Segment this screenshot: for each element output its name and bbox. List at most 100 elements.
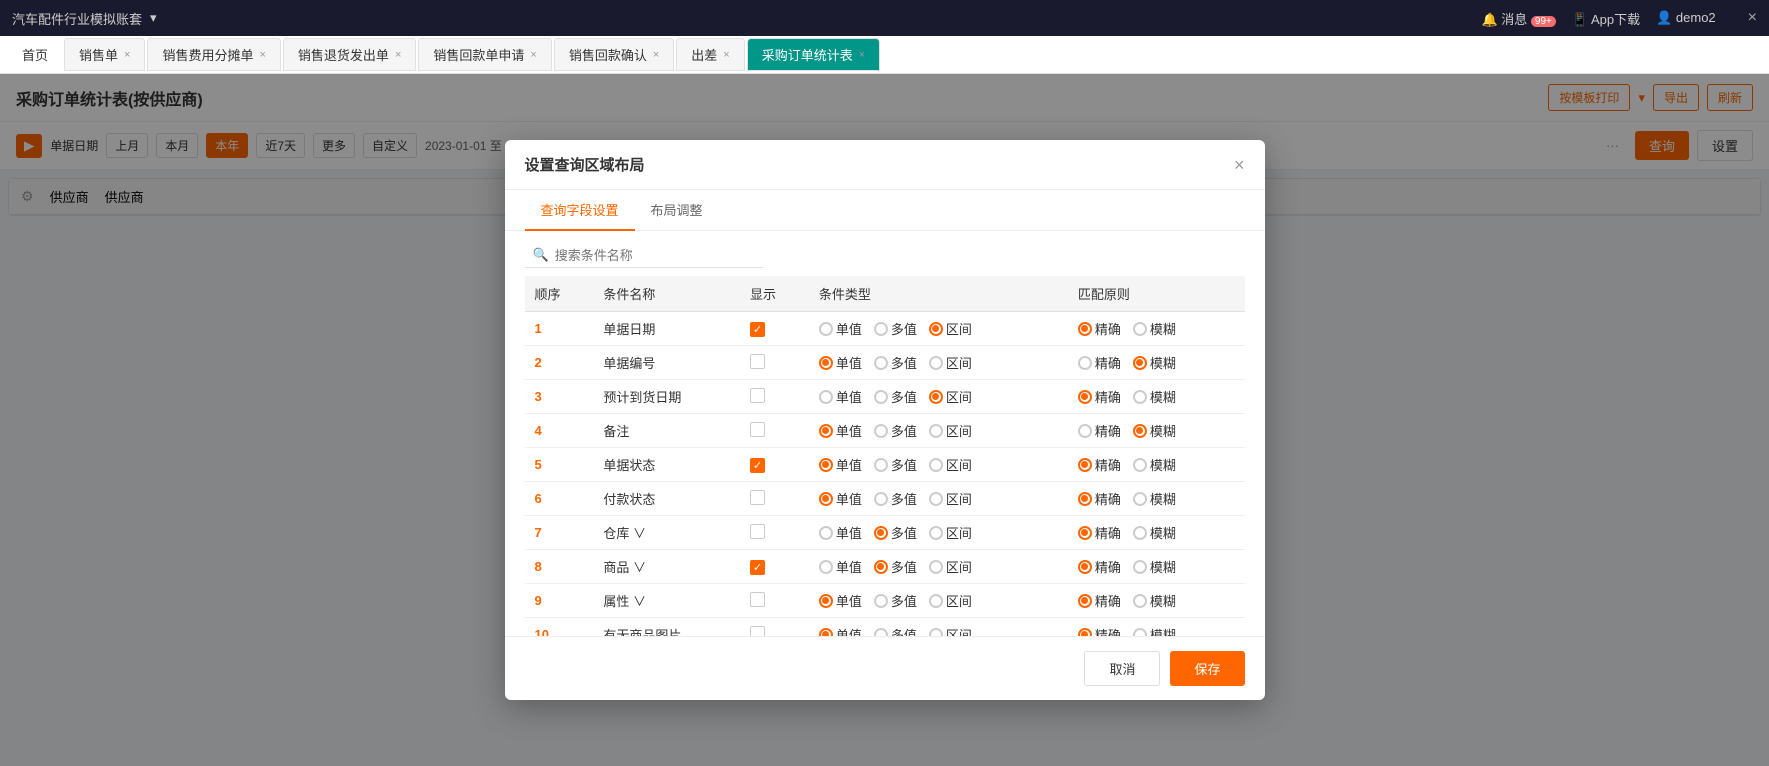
- match-radio-模糊[interactable]: [1133, 424, 1147, 438]
- tab-close-purchase-stats[interactable]: ×: [859, 49, 865, 61]
- dropdown-icon[interactable]: ▾: [150, 10, 157, 26]
- save-button[interactable]: 保存: [1170, 651, 1244, 686]
- cancel-button[interactable]: 取消: [1084, 651, 1160, 686]
- table-row: 8商品 ∨✓单值多值区间精确模糊: [525, 550, 1245, 584]
- type-radio-区间[interactable]: [929, 390, 943, 404]
- user-avatar[interactable]: 👤 demo2: [1656, 10, 1716, 26]
- tab-business-trip[interactable]: 出差 ×: [676, 38, 744, 71]
- type-radio-多值[interactable]: [874, 356, 888, 370]
- match-radio-模糊[interactable]: [1133, 322, 1147, 336]
- type-radio-单值[interactable]: [819, 390, 833, 404]
- tab-sales-return[interactable]: 销售退货发出单 ×: [283, 38, 416, 71]
- match-radio-模糊[interactable]: [1133, 628, 1147, 637]
- match-radio-模糊[interactable]: [1133, 458, 1147, 472]
- dialog-tab-layout[interactable]: 布局调整: [635, 190, 719, 231]
- tab-sales-payment[interactable]: 销售回款单申请 ×: [418, 38, 551, 71]
- app-download[interactable]: 📱 App下载: [1572, 9, 1640, 28]
- display-checkbox[interactable]: [750, 354, 765, 369]
- row-type: 单值多值区间: [809, 482, 1068, 516]
- type-radio-多值[interactable]: [874, 628, 888, 637]
- match-radio-模糊[interactable]: [1133, 390, 1147, 404]
- row-display[interactable]: [740, 346, 809, 380]
- type-radio-单值[interactable]: [819, 424, 833, 438]
- match-radio-精确[interactable]: [1078, 628, 1092, 637]
- row-display[interactable]: [740, 414, 809, 448]
- display-checkbox[interactable]: [750, 388, 765, 403]
- type-radio-多值[interactable]: [874, 458, 888, 472]
- type-radio-单值[interactable]: [819, 492, 833, 506]
- type-radio-多值[interactable]: [874, 526, 888, 540]
- type-radio-单值[interactable]: [819, 628, 833, 637]
- row-display[interactable]: [740, 584, 809, 618]
- display-checkbox[interactable]: [750, 422, 765, 437]
- type-radio-区间[interactable]: [929, 628, 943, 637]
- row-display[interactable]: ✓: [740, 448, 809, 482]
- notification-icon[interactable]: 🔔 消息 99+: [1481, 9, 1555, 28]
- type-radio-单值[interactable]: [819, 322, 833, 336]
- type-radio-区间[interactable]: [929, 526, 943, 540]
- match-radio-精确[interactable]: [1078, 560, 1092, 574]
- tab-sales-expense[interactable]: 销售费用分摊单 ×: [147, 38, 280, 71]
- match-radio-模糊[interactable]: [1133, 492, 1147, 506]
- type-radio-多值[interactable]: [874, 424, 888, 438]
- tab-close-payment-confirm[interactable]: ×: [653, 49, 659, 61]
- match-radio-精确[interactable]: [1078, 424, 1092, 438]
- display-checkbox[interactable]: ✓: [750, 560, 765, 575]
- dialog-close-button[interactable]: ×: [1234, 156, 1245, 174]
- row-display[interactable]: [740, 516, 809, 550]
- tab-close-business-trip[interactable]: ×: [723, 49, 729, 61]
- row-display[interactable]: ✓: [740, 550, 809, 584]
- type-radio-区间[interactable]: [929, 492, 943, 506]
- match-radio-精确[interactable]: [1078, 356, 1092, 370]
- type-radio-单值[interactable]: [819, 594, 833, 608]
- match-radio-精确[interactable]: [1078, 390, 1092, 404]
- search-input[interactable]: [555, 248, 755, 263]
- tab-close-sales-payment[interactable]: ×: [530, 49, 536, 61]
- row-display[interactable]: [740, 482, 809, 516]
- row-display[interactable]: ✓: [740, 312, 809, 346]
- type-radio-多值[interactable]: [874, 492, 888, 506]
- type-radio-区间[interactable]: [929, 594, 943, 608]
- row-display[interactable]: [740, 380, 809, 414]
- table-row: 6付款状态单值多值区间精确模糊: [525, 482, 1245, 516]
- type-radio-区间[interactable]: [929, 424, 943, 438]
- type-radio-区间[interactable]: [929, 560, 943, 574]
- display-checkbox[interactable]: [750, 524, 765, 539]
- display-checkbox[interactable]: [750, 592, 765, 607]
- tab-sales-order[interactable]: 销售单 ×: [64, 38, 145, 71]
- tab-close-sales-return[interactable]: ×: [395, 49, 401, 61]
- type-radio-单值[interactable]: [819, 356, 833, 370]
- type-radio-单值[interactable]: [819, 458, 833, 472]
- tab-purchase-stats[interactable]: 采购订单统计表 ×: [747, 38, 880, 71]
- match-radio-精确[interactable]: [1078, 492, 1092, 506]
- match-radio-精确[interactable]: [1078, 526, 1092, 540]
- row-display[interactable]: [740, 618, 809, 637]
- match-radio-精确[interactable]: [1078, 458, 1092, 472]
- tab-home[interactable]: 首页: [8, 39, 62, 70]
- type-radio-区间[interactable]: [929, 322, 943, 336]
- match-radio-模糊[interactable]: [1133, 356, 1147, 370]
- type-radio-区间[interactable]: [929, 356, 943, 370]
- type-radio-多值[interactable]: [874, 390, 888, 404]
- tab-close-sales-order[interactable]: ×: [124, 49, 130, 61]
- display-checkbox[interactable]: ✓: [750, 322, 765, 337]
- match-radio-精确[interactable]: [1078, 322, 1092, 336]
- col-display: 显示: [740, 276, 809, 312]
- match-radio-模糊[interactable]: [1133, 526, 1147, 540]
- match-radio-模糊[interactable]: [1133, 560, 1147, 574]
- display-checkbox[interactable]: [750, 490, 765, 505]
- type-radio-多值[interactable]: [874, 560, 888, 574]
- dialog-tab-query[interactable]: 查询字段设置: [525, 190, 635, 231]
- display-checkbox[interactable]: ✓: [750, 458, 765, 473]
- display-checkbox[interactable]: [750, 626, 765, 637]
- match-radio-模糊[interactable]: [1133, 594, 1147, 608]
- tab-payment-confirm[interactable]: 销售回款确认 ×: [554, 38, 674, 71]
- tab-close-sales-expense[interactable]: ×: [259, 49, 265, 61]
- type-radio-单值[interactable]: [819, 560, 833, 574]
- type-radio-区间[interactable]: [929, 458, 943, 472]
- type-radio-单值[interactable]: [819, 526, 833, 540]
- type-radio-多值[interactable]: [874, 322, 888, 336]
- type-radio-多值[interactable]: [874, 594, 888, 608]
- match-radio-精确[interactable]: [1078, 594, 1092, 608]
- top-bar-close[interactable]: ×: [1748, 9, 1757, 27]
